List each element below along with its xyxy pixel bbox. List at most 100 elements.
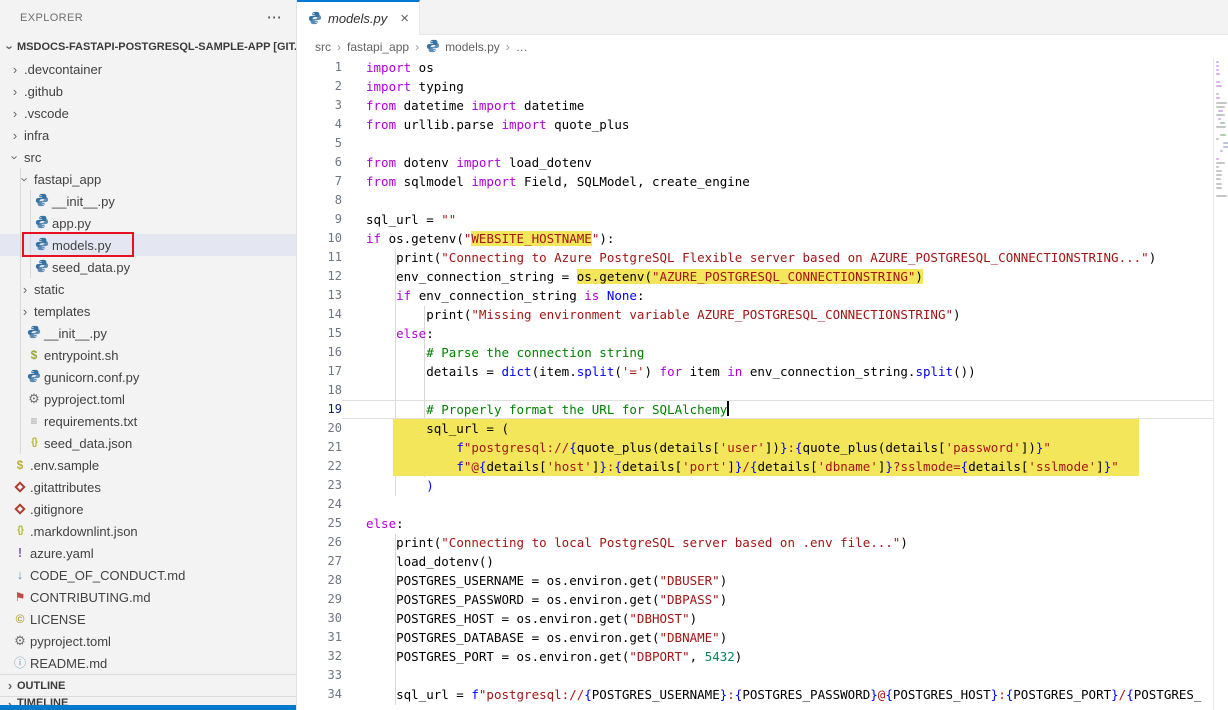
code-line[interactable]: 12 env_connection_string = os.getenv("AZ…	[297, 267, 1228, 286]
minimap[interactable]	[1213, 58, 1228, 710]
timeline-section[interactable]: › TIMELINE	[0, 696, 296, 705]
line-number[interactable]: 26	[297, 533, 342, 552]
code-line[interactable]: 15 else:	[297, 324, 1228, 343]
tree-item-requirements-txt[interactable]: ≡requirements.txt	[0, 410, 296, 432]
code-line[interactable]: 32 POSTGRES_PORT = os.environ.get("DBPOR…	[297, 647, 1228, 666]
tree-item--init-py[interactable]: __init__.py	[0, 190, 296, 212]
tree-item-entrypoint-sh[interactable]: $entrypoint.sh	[0, 344, 296, 366]
code-line[interactable]: 9sql_url = ""	[297, 210, 1228, 229]
code-line[interactable]: 4from urllib.parse import quote_plus	[297, 115, 1228, 134]
code-line[interactable]: 11 print("Connecting to Azure PostgreSQL…	[297, 248, 1228, 267]
code-line[interactable]: 28 POSTGRES_USERNAME = os.environ.get("D…	[297, 571, 1228, 590]
root-folder-row[interactable]: › MSDOCS-FASTAPI-POSTGRESQL-SAMPLE-APP […	[0, 36, 296, 58]
line-number[interactable]: 15	[297, 324, 342, 343]
code-line[interactable]: 29 POSTGRES_PASSWORD = os.environ.get("D…	[297, 590, 1228, 609]
code-line[interactable]: 5	[297, 134, 1228, 153]
code-line[interactable]: 25else:	[297, 514, 1228, 533]
line-number[interactable]: 4	[297, 115, 342, 134]
line-number[interactable]: 11	[297, 248, 342, 267]
line-number[interactable]: 10	[297, 229, 342, 248]
code-line[interactable]: 7from sqlmodel import Field, SQLModel, c…	[297, 172, 1228, 191]
line-number[interactable]: 30	[297, 609, 342, 628]
code-line[interactable]: 27 load_dotenv()	[297, 552, 1228, 571]
tree-item-seed-data-py[interactable]: seed_data.py	[0, 256, 296, 278]
code-line[interactable]: 22 f"@{details['host']}:{details['port']…	[297, 457, 1228, 476]
tree-item-fastapi-app[interactable]: ›fastapi_app	[0, 168, 296, 190]
code-line[interactable]: 24	[297, 495, 1228, 514]
code-line[interactable]: 23 )	[297, 476, 1228, 495]
outline-section[interactable]: › OUTLINE	[0, 674, 296, 696]
tree-item-app-py[interactable]: app.py	[0, 212, 296, 234]
code-line[interactable]: 26 print("Connecting to local PostgreSQL…	[297, 533, 1228, 552]
line-number[interactable]: 9	[297, 210, 342, 229]
code-line[interactable]: 10if os.getenv("WEBSITE_HOSTNAME"):	[297, 229, 1228, 248]
tree-item--vscode[interactable]: ›.vscode	[0, 102, 296, 124]
tree-item-azure-yaml[interactable]: !azure.yaml	[0, 542, 296, 564]
tree-item-static[interactable]: ›static	[0, 278, 296, 300]
code-line[interactable]: 3from datetime import datetime	[297, 96, 1228, 115]
tree-item-code-of-conduct-md[interactable]: ↓CODE_OF_CONDUCT.md	[0, 564, 296, 586]
tree-item-pyproject-toml[interactable]: ⚙pyproject.toml	[0, 388, 296, 410]
breadcrumb-item[interactable]: fastapi_app	[347, 40, 409, 54]
code-line[interactable]: 30 POSTGRES_HOST = os.environ.get("DBHOS…	[297, 609, 1228, 628]
code-line[interactable]: 16 # Parse the connection string	[297, 343, 1228, 362]
tree-item--gitattributes[interactable]: .gitattributes	[0, 476, 296, 498]
tree-item-src[interactable]: ›src	[0, 146, 296, 168]
line-number[interactable]: 14	[297, 305, 342, 324]
tab-models-py[interactable]: models.py ×	[297, 0, 420, 35]
close-icon[interactable]: ×	[398, 10, 411, 27]
line-number[interactable]: 8	[297, 191, 342, 210]
tree-item--env-sample[interactable]: $.env.sample	[0, 454, 296, 476]
line-number[interactable]: 13	[297, 286, 342, 305]
code-line[interactable]: 1import os	[297, 58, 1228, 77]
code-line[interactable]: 13 if env_connection_string is None:	[297, 286, 1228, 305]
tree-item-templates[interactable]: ›templates	[0, 300, 296, 322]
line-number[interactable]: 27	[297, 552, 342, 571]
line-number[interactable]: 17	[297, 362, 342, 381]
code-line[interactable]: 20 sql_url = (	[297, 419, 1228, 438]
tree-item-models-py[interactable]: models.py	[0, 234, 296, 256]
line-number[interactable]: 33	[297, 666, 342, 685]
tree-item-readme-md[interactable]: ⓘREADME.md	[0, 652, 296, 674]
line-number[interactable]: 1	[297, 58, 342, 77]
line-number[interactable]: 28	[297, 571, 342, 590]
tree-item-pyproject-toml[interactable]: ⚙pyproject.toml	[0, 630, 296, 652]
tree-item-contributing-md[interactable]: ⚑CONTRIBUTING.md	[0, 586, 296, 608]
line-number[interactable]: 7	[297, 172, 342, 191]
code-line[interactable]: 21 f"postgresql://{quote_plus(details['u…	[297, 438, 1228, 457]
more-actions-icon[interactable]: ⋯	[267, 13, 282, 23]
breadcrumb-item[interactable]: models.py	[425, 39, 500, 55]
breadcrumb-item[interactable]: src	[315, 40, 331, 54]
code-line[interactable]: 8	[297, 191, 1228, 210]
code-line[interactable]: 6from dotenv import load_dotenv	[297, 153, 1228, 172]
line-number[interactable]: 6	[297, 153, 342, 172]
tree-item--devcontainer[interactable]: ›.devcontainer	[0, 58, 296, 80]
code-editor[interactable]: 1import os2import typing3from datetime i…	[297, 58, 1228, 710]
code-line[interactable]: 18	[297, 381, 1228, 400]
line-number[interactable]: 5	[297, 134, 342, 153]
code-line[interactable]: 14 print("Missing environment variable A…	[297, 305, 1228, 324]
line-number[interactable]: 12	[297, 267, 342, 286]
line-number[interactable]: 34	[297, 685, 342, 704]
line-number[interactable]: 32	[297, 647, 342, 666]
line-number[interactable]: 2	[297, 77, 342, 96]
code-line[interactable]: 17 details = dict(item.split('=') for it…	[297, 362, 1228, 381]
line-number[interactable]: 3	[297, 96, 342, 115]
line-number[interactable]: 20	[297, 419, 342, 438]
tree-item--gitignore[interactable]: .gitignore	[0, 498, 296, 520]
code-line[interactable]: 34 sql_url = f"postgresql://{POSTGRES_US…	[297, 685, 1228, 704]
breadcrumb-item[interactable]: …	[516, 40, 528, 54]
line-number[interactable]: 16	[297, 343, 342, 362]
code-line[interactable]: 2import typing	[297, 77, 1228, 96]
code-line[interactable]: 33	[297, 666, 1228, 685]
line-number[interactable]: 22	[297, 457, 342, 476]
tree-item--github[interactable]: ›.github	[0, 80, 296, 102]
tree-item--init-py[interactable]: __init__.py	[0, 322, 296, 344]
line-number[interactable]: 23	[297, 476, 342, 495]
line-number[interactable]: 21	[297, 438, 342, 457]
code-line[interactable]: 19 # Properly format the URL for SQLAlch…	[297, 400, 1228, 419]
tree-item--markdownlint-json[interactable]: {}.markdownlint.json	[0, 520, 296, 542]
line-number[interactable]: 19	[297, 400, 342, 419]
line-number[interactable]: 18	[297, 381, 342, 400]
code-line[interactable]: 31 POSTGRES_DATABASE = os.environ.get("D…	[297, 628, 1228, 647]
